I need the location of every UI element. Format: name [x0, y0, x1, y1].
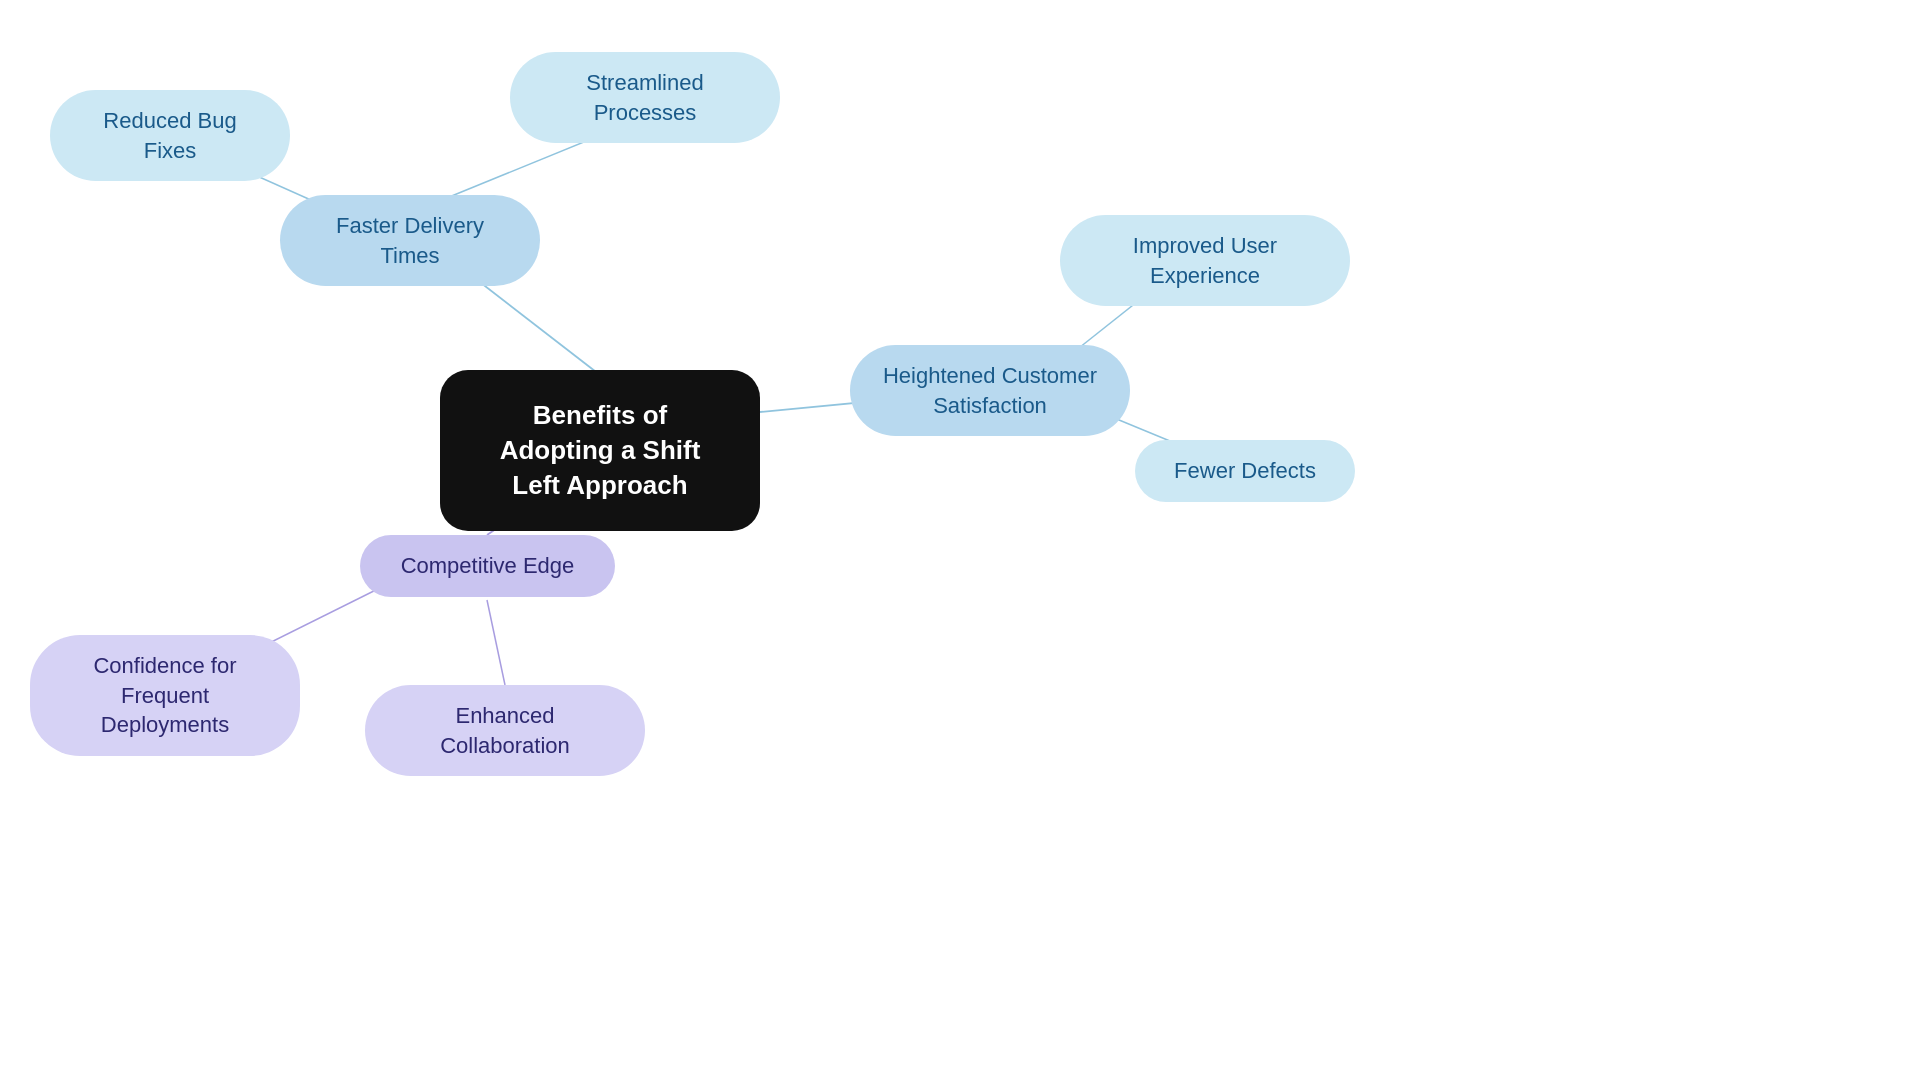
improved-user-exp-node: Improved User Experience	[1060, 215, 1350, 306]
connection-lines	[0, 0, 1920, 1083]
heightened-customer-node: Heightened Customer Satisfaction	[850, 345, 1130, 436]
reduced-bug-fixes-node: Reduced Bug Fixes	[50, 90, 290, 181]
streamlined-processes-node: Streamlined Processes	[510, 52, 780, 143]
svg-line-8	[487, 600, 505, 685]
confidence-deployments-node: Confidence for Frequent Deployments	[30, 635, 300, 756]
center-node: Benefits of Adopting a Shift Left Approa…	[440, 370, 760, 531]
faster-delivery-node: Faster Delivery Times	[280, 195, 540, 286]
fewer-defects-node: Fewer Defects	[1135, 440, 1355, 502]
enhanced-collab-node: Enhanced Collaboration	[365, 685, 645, 776]
competitive-edge-node: Competitive Edge	[360, 535, 615, 597]
